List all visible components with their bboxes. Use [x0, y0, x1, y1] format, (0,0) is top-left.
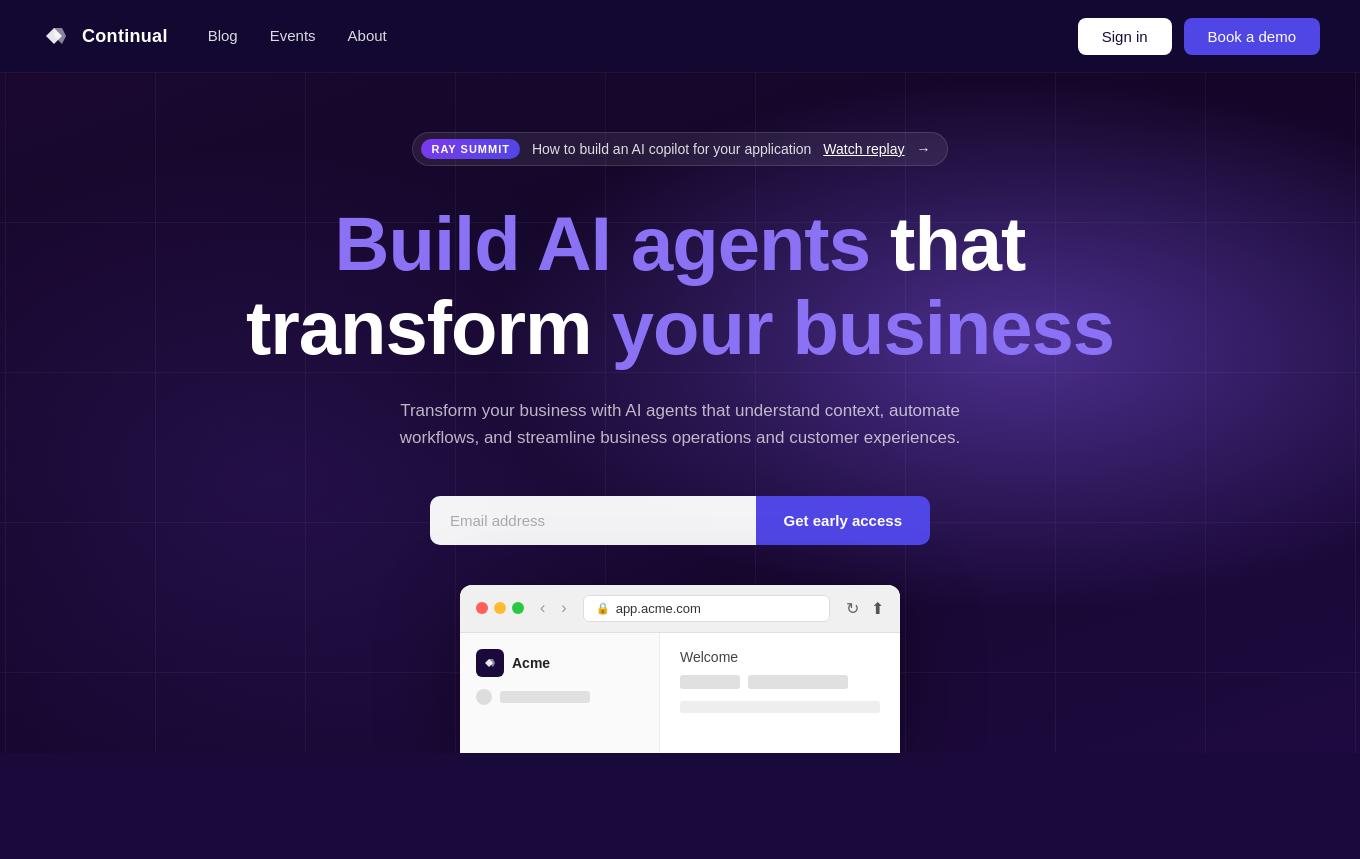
events-nav-item[interactable]: Events [270, 27, 316, 45]
logo[interactable]: Continual [40, 20, 168, 52]
browser-forward-icon[interactable]: › [557, 597, 570, 619]
announcement-badge[interactable]: RAY SUMMIT How to build an AI copilot fo… [412, 132, 947, 166]
dot-yellow [494, 602, 506, 614]
about-nav-item[interactable]: About [348, 27, 387, 45]
browser-placeholder-row [680, 675, 880, 689]
hero-section: RAY SUMMIT How to build an AI copilot fo… [0, 72, 1360, 753]
blog-link[interactable]: Blog [208, 27, 238, 44]
browser-welcome-title: Welcome [680, 649, 880, 665]
email-input[interactable] [430, 496, 756, 545]
browser-placeholder-1 [680, 675, 740, 689]
book-demo-button[interactable]: Book a demo [1184, 18, 1320, 55]
browser-toolbar: ‹ › 🔒 app.acme.com ↻ ⬆ [460, 585, 900, 633]
signin-button[interactable]: Sign in [1078, 18, 1172, 55]
browser-content: Acme Welcome [460, 633, 900, 753]
dot-red [476, 602, 488, 614]
early-access-button[interactable]: Get early access [756, 496, 930, 545]
badge-description: How to build an AI copilot for your appl… [532, 141, 811, 157]
watch-replay-link[interactable]: Watch replay [823, 141, 904, 157]
nav-left: Continual Blog Events About [40, 20, 387, 52]
sidebar-placeholder-1 [476, 689, 643, 705]
headline-part4: your business [612, 285, 1114, 370]
hero-subheadline: Transform your business with AI agents t… [370, 397, 990, 451]
browser-dots [476, 602, 524, 614]
badge-arrow-icon: → [917, 141, 931, 157]
browser-url: app.acme.com [616, 601, 701, 616]
headline-part2b: that [890, 201, 1025, 286]
browser-url-bar[interactable]: 🔒 app.acme.com [583, 595, 830, 622]
browser-mockup: ‹ › 🔒 app.acme.com ↻ ⬆ Acme [460, 585, 900, 753]
headline-part1: Build AI agents [335, 201, 870, 286]
logo-icon [40, 20, 72, 52]
badge-pill: RAY SUMMIT [421, 139, 519, 159]
browser-nav: ‹ › [536, 597, 571, 619]
browser-placeholder-row-2 [680, 701, 880, 713]
email-form: Get early access [430, 496, 930, 545]
events-link[interactable]: Events [270, 27, 316, 44]
logo-text: Continual [82, 26, 168, 47]
lock-icon: 🔒 [596, 602, 610, 615]
browser-placeholder-2 [748, 675, 848, 689]
browser-back-icon[interactable]: ‹ [536, 597, 549, 619]
navbar: Continual Blog Events About Sign in Book… [0, 0, 1360, 72]
browser-share-icon[interactable]: ⬆ [871, 599, 884, 618]
browser-placeholder-3 [680, 701, 880, 713]
sidebar-placeholder-icon [476, 689, 492, 705]
sidebar-logo-text: Acme [512, 655, 550, 671]
browser-main: Welcome [660, 633, 900, 753]
browser-reload-icon[interactable]: ↻ [846, 599, 859, 618]
hero-headline: Build AI agents that transform your busi… [246, 202, 1114, 369]
blog-nav-item[interactable]: Blog [208, 27, 238, 45]
sidebar-placeholder-text [500, 691, 590, 703]
nav-right: Sign in Book a demo [1078, 18, 1320, 55]
sidebar-logo: Acme [476, 649, 643, 677]
browser-sidebar: Acme [460, 633, 660, 753]
sidebar-logo-icon [476, 649, 504, 677]
about-link[interactable]: About [348, 27, 387, 44]
dot-green [512, 602, 524, 614]
headline-part3: transform [246, 285, 592, 370]
hero-content: RAY SUMMIT How to build an AI copilot fo… [230, 132, 1130, 545]
nav-links: Blog Events About [208, 27, 387, 45]
